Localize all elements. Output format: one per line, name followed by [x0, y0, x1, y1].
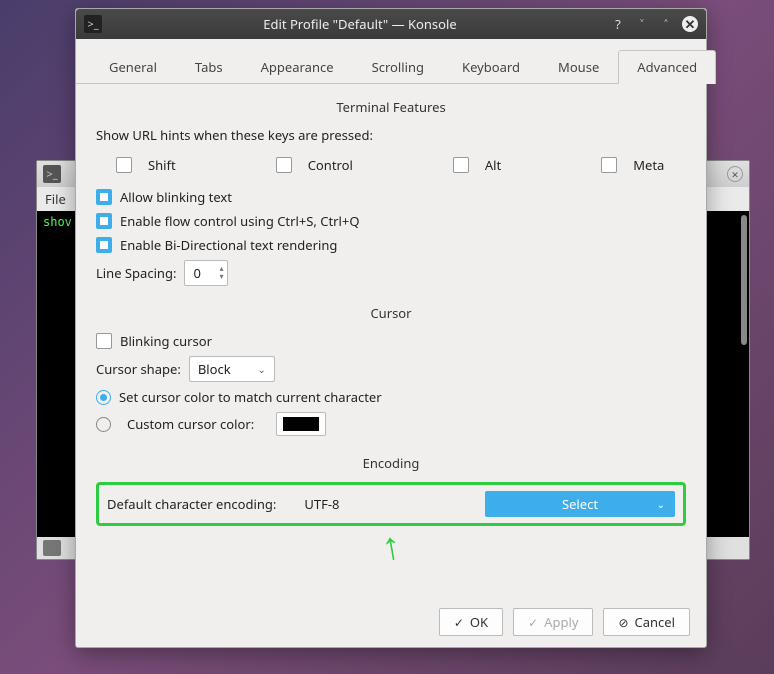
alt-checkbox-row[interactable]: Alt — [453, 156, 501, 174]
blinking-cursor-row[interactable]: Blinking cursor — [96, 332, 686, 350]
custom-cursor-color-radio[interactable] — [96, 417, 111, 432]
custom-cursor-color-button[interactable] — [276, 412, 326, 436]
edit-profile-dialog: >_ Edit Profile "Default" — Konsole ? ˅ … — [75, 8, 707, 648]
allow-blinking-row[interactable]: Allow blinking text — [96, 188, 686, 206]
tab-general[interactable]: General — [90, 50, 176, 84]
bg-menu-file[interactable]: File — [45, 190, 66, 208]
maximize-icon[interactable]: ˄ — [658, 16, 674, 32]
cursor-match-color-row[interactable]: Set cursor color to match current charac… — [96, 388, 686, 406]
line-spacing-spinbox[interactable]: 0 ▴▾ — [184, 260, 228, 286]
tab-tabs[interactable]: Tabs — [176, 50, 242, 84]
meta-label: Meta — [633, 156, 664, 174]
apply-label: Apply — [544, 613, 578, 631]
bidi-label: Enable Bi-Directional text rendering — [120, 236, 337, 254]
cursor-match-color-label: Set cursor color to match current charac… — [119, 388, 382, 406]
flow-control-label: Enable flow control using Ctrl+S, Ctrl+Q — [120, 212, 360, 230]
dialog-content: Terminal Features Show URL hints when th… — [76, 84, 706, 597]
flow-control-row[interactable]: Enable flow control using Ctrl+S, Ctrl+Q — [96, 212, 686, 230]
shift-checkbox[interactable] — [116, 157, 132, 173]
help-icon[interactable]: ? — [610, 16, 626, 32]
cancel-button[interactable]: ⊘ Cancel — [603, 608, 690, 636]
chevron-down-icon: ⌄ — [257, 362, 265, 376]
allow-blinking-checkbox[interactable] — [96, 189, 112, 205]
custom-cursor-color-label: Custom cursor color: — [127, 415, 254, 433]
tab-advanced[interactable]: Advanced — [618, 50, 716, 84]
encoding-value: UTF-8 — [304, 495, 339, 513]
cursor-match-color-radio[interactable] — [96, 390, 111, 405]
ok-label: OK — [470, 613, 488, 631]
meta-checkbox[interactable] — [601, 157, 617, 173]
control-checkbox[interactable] — [276, 157, 292, 173]
bg-close-icon[interactable]: ✕ — [727, 166, 743, 182]
blinking-cursor-label: Blinking cursor — [120, 332, 212, 350]
cursor-shape-combo[interactable]: Block ⌄ — [189, 356, 275, 382]
dialog-titlebar: >_ Edit Profile "Default" — Konsole ? ˅ … — [76, 9, 706, 39]
tab-bar: General Tabs Appearance Scrolling Keyboa… — [76, 39, 706, 84]
tab-mouse[interactable]: Mouse — [539, 50, 618, 84]
blinking-cursor-checkbox[interactable] — [96, 333, 112, 349]
tab-scrolling[interactable]: Scrolling — [353, 50, 443, 84]
close-icon[interactable]: ✕ — [682, 16, 698, 32]
flow-control-checkbox[interactable] — [96, 213, 112, 229]
encoding-heading: Encoding — [96, 454, 686, 472]
terminal-icon: >_ — [43, 165, 61, 183]
tab-keyboard[interactable]: Keyboard — [443, 50, 539, 84]
alt-label: Alt — [485, 156, 501, 174]
konsole-icon: >_ — [84, 15, 102, 33]
apply-button: ✓ Apply — [513, 608, 593, 636]
control-checkbox-row[interactable]: Control — [276, 156, 353, 174]
dialog-title: Edit Profile "Default" — Konsole — [110, 15, 610, 33]
bg-status-icon — [43, 540, 61, 556]
cancel-label: Cancel — [635, 613, 675, 631]
encoding-label: Default character encoding: — [107, 495, 276, 513]
allow-blinking-label: Allow blinking text — [120, 188, 232, 206]
meta-checkbox-row[interactable]: Meta — [601, 156, 664, 174]
tab-appearance[interactable]: Appearance — [242, 50, 353, 84]
cursor-heading: Cursor — [96, 304, 686, 322]
terminal-features-heading: Terminal Features — [96, 98, 686, 116]
line-spacing-label: Line Spacing: — [96, 264, 176, 282]
line-spacing-value: 0 — [193, 264, 200, 282]
cancel-icon: ⊘ — [618, 614, 628, 631]
color-swatch — [283, 417, 319, 431]
cursor-shape-value: Block — [198, 360, 231, 378]
shift-checkbox-row[interactable]: Shift — [116, 156, 176, 174]
minimize-icon[interactable]: ˅ — [634, 16, 650, 32]
spinbox-arrows-icon[interactable]: ▴▾ — [219, 265, 223, 281]
bidi-checkbox[interactable] — [96, 237, 112, 253]
cursor-shape-label: Cursor shape: — [96, 360, 181, 378]
bg-scrollbar[interactable] — [741, 215, 747, 345]
alt-checkbox[interactable] — [453, 157, 469, 173]
url-hints-label: Show URL hints when these keys are press… — [96, 126, 686, 144]
ok-button[interactable]: ✓ OK — [439, 608, 503, 636]
check-icon: ✓ — [528, 614, 538, 631]
bidi-row[interactable]: Enable Bi-Directional text rendering — [96, 236, 686, 254]
check-icon: ✓ — [454, 614, 464, 631]
control-label: Control — [308, 156, 353, 174]
shift-label: Shift — [148, 156, 176, 174]
dialog-footer: ✓ OK ✓ Apply ⊘ Cancel — [76, 597, 706, 647]
